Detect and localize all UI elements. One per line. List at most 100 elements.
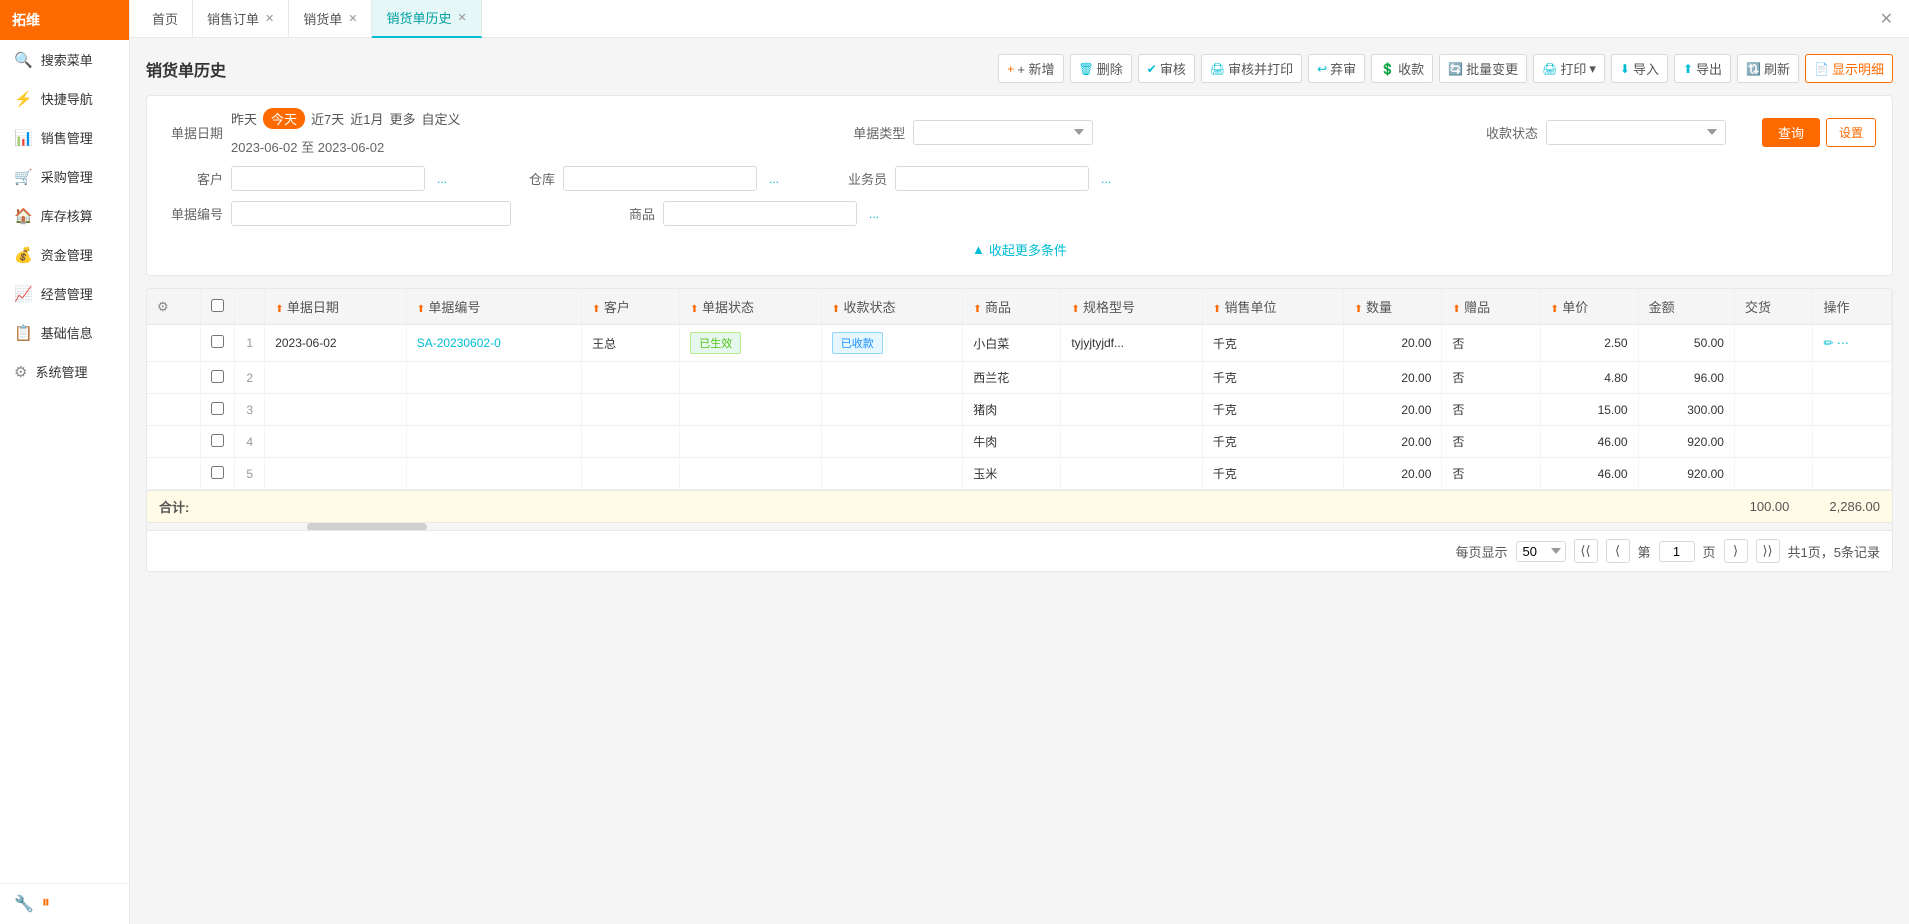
setting-button[interactable]: 设置 xyxy=(1826,118,1876,147)
tab-sales-delivery[interactable]: 销货单 ✕ xyxy=(289,0,372,38)
pagination-next-btn[interactable]: ⟩ xyxy=(1724,539,1748,563)
col-doc-status[interactable]: ⬆ 单据状态 xyxy=(680,289,822,325)
total-info: 共1页，5条记录 xyxy=(1788,542,1880,561)
col-payment-status[interactable]: ⬆ 收款状态 xyxy=(821,289,963,325)
tab-sales-order-close[interactable]: ✕ xyxy=(265,12,274,25)
audit-print-button[interactable]: 🖨 审核并打印 xyxy=(1201,54,1302,83)
batch-change-button[interactable]: 🔄 批量变更 xyxy=(1439,54,1527,83)
filter-goods-input[interactable] xyxy=(663,201,857,226)
action-edit[interactable]: ✏ xyxy=(1823,336,1833,350)
date-more[interactable]: 更多 xyxy=(390,109,416,128)
filter-customer-input[interactable] xyxy=(231,166,425,191)
table-settings-icon[interactable]: ⚙ xyxy=(157,299,169,314)
cell-unit-price: 4.80 xyxy=(1540,362,1638,394)
import-button[interactable]: ⬇ 导入 xyxy=(1611,54,1668,83)
col-doc-no[interactable]: ⬆ 单据编号 xyxy=(406,289,581,325)
col-unit[interactable]: ⬆ 销售单位 xyxy=(1202,289,1344,325)
refresh-button[interactable]: 🔃 刷新 xyxy=(1737,54,1799,83)
page-input[interactable] xyxy=(1659,541,1695,562)
col-quantity[interactable]: ⬆ 数量 xyxy=(1344,289,1442,325)
doc-no-link[interactable]: SA-20230602-0 xyxy=(417,336,501,350)
goods-ellipsis-btn[interactable]: ... xyxy=(865,207,883,221)
col-goods[interactable]: ⬆ 商品 xyxy=(963,289,1061,325)
row-checkbox[interactable] xyxy=(211,466,224,479)
audit-print-icon: 🖨 xyxy=(1210,62,1225,76)
filter-doc-type-select[interactable] xyxy=(913,120,1093,145)
delete-button[interactable]: 🗑 删除 xyxy=(1070,54,1132,83)
display-details-button[interactable]: 📄 显示明细 xyxy=(1805,54,1893,83)
row-checkbox[interactable] xyxy=(211,370,224,383)
pagination-prev-btn[interactable]: ⟨ xyxy=(1606,539,1630,563)
date-quick-select: 昨天 今天 近7天 近1月 更多 自定义 xyxy=(231,108,461,129)
table-row: 2 西兰花 千克 20.00 否 4.80 96.00 xyxy=(147,362,1892,394)
date-7days[interactable]: 近7天 xyxy=(311,109,344,128)
print-button[interactable]: 🖨 打印 ▾ xyxy=(1533,54,1605,83)
sort-icon-doc-date: ⬆ xyxy=(275,304,283,315)
row-checkbox[interactable] xyxy=(211,434,224,447)
pagination-last-btn[interactable]: ⟩⟩ xyxy=(1756,539,1780,563)
col-row-num xyxy=(235,289,265,325)
page-title: 销货单历史 xyxy=(146,57,990,81)
col-doc-date[interactable]: ⬆ 单据日期 xyxy=(265,289,407,325)
sidebar-item-purchase-mgmt[interactable]: 🛒 采购管理 xyxy=(0,157,129,196)
col-gift[interactable]: ⬆ 赠品 xyxy=(1442,289,1540,325)
collapse-more-btn[interactable]: ▲ 收起更多条件 xyxy=(163,236,1876,263)
sidebar-item-system-mgmt[interactable]: ⚙ 系统管理 xyxy=(0,352,129,391)
audit-label: 审核 xyxy=(1160,59,1186,78)
warehouse-ellipsis-btn[interactable]: ... xyxy=(765,172,783,186)
customer-ellipsis-btn[interactable]: ... xyxy=(433,172,451,186)
new-button[interactable]: + + 新增 xyxy=(998,54,1063,83)
tab-sales-history[interactable]: 销货单历史 ✕ xyxy=(372,0,481,38)
filter-payment-status: 收款状态 xyxy=(1478,120,1726,145)
filter-salesperson-input[interactable] xyxy=(895,166,1089,191)
abandon-button[interactable]: ↩ 弃审 xyxy=(1308,54,1365,83)
sidebar-item-inventory[interactable]: 🏠 库存核算 xyxy=(0,196,129,235)
audit-button[interactable]: ✔ 审核 xyxy=(1138,54,1195,83)
filter-doc-no-input[interactable] xyxy=(231,201,511,226)
cell-doc-date xyxy=(265,362,407,394)
tab-sales-delivery-label: 销货单 xyxy=(303,9,342,28)
tab-sales-delivery-close[interactable]: ✕ xyxy=(348,12,357,25)
tabs-bar-close-all[interactable]: ✕ xyxy=(1872,9,1901,29)
date-custom[interactable]: 自定义 xyxy=(422,109,461,128)
sidebar-item-finance-mgmt[interactable]: 💰 资金管理 xyxy=(0,235,129,274)
salesperson-ellipsis-btn[interactable]: ... xyxy=(1097,172,1115,186)
settings-bottom-icon[interactable]: 🔧 xyxy=(14,894,34,914)
filter-payment-status-label: 收款状态 xyxy=(1478,123,1538,142)
row-checkbox[interactable] xyxy=(211,335,224,348)
query-button[interactable]: 查询 xyxy=(1762,118,1820,147)
filter-warehouse-input[interactable] xyxy=(563,166,757,191)
row-checkbox[interactable] xyxy=(211,402,224,415)
col-unit-price[interactable]: ⬆ 单价 xyxy=(1540,289,1638,325)
cell-doc-no xyxy=(406,458,581,490)
pagination-first-btn[interactable]: ⟨⟨ xyxy=(1574,539,1598,563)
filter-doc-no-label: 单据编号 xyxy=(163,204,223,223)
sidebar-item-sales-mgmt[interactable]: 📊 销售管理 xyxy=(0,118,129,157)
date-today[interactable]: 今天 xyxy=(263,108,305,129)
tab-sales-history-close[interactable]: ✕ xyxy=(458,11,467,24)
col-customer[interactable]: ⬆ 客户 xyxy=(582,289,680,325)
filter-payment-status-select[interactable] xyxy=(1546,120,1726,145)
horizontal-scrollbar[interactable] xyxy=(147,522,1892,530)
cell-action xyxy=(1813,362,1892,394)
date-1month[interactable]: 近1月 xyxy=(350,109,383,128)
sidebar-item-search-menu[interactable]: 🔍 搜索菜单 xyxy=(0,40,129,79)
tab-home[interactable]: 首页 xyxy=(138,0,193,38)
col-settings[interactable]: ⚙ xyxy=(147,289,201,325)
cell-customer: 王总 xyxy=(582,325,680,362)
pause-icon[interactable]: ⏸ xyxy=(42,894,50,914)
export-button[interactable]: ⬆ 导出 xyxy=(1674,54,1731,83)
col-spec[interactable]: ⬆ 规格型号 xyxy=(1061,289,1203,325)
per-page-select[interactable]: 50 20 100 xyxy=(1516,541,1566,562)
tab-sales-order[interactable]: 销售订单 ✕ xyxy=(193,0,289,38)
cell-doc-date xyxy=(265,394,407,426)
action-more[interactable]: ⋯ xyxy=(1837,336,1849,350)
sidebar-item-operations-mgmt[interactable]: 📈 经营管理 xyxy=(0,274,129,313)
collect-button[interactable]: 💲 收款 xyxy=(1371,54,1433,83)
select-all-checkbox[interactable] xyxy=(211,299,224,312)
date-range-value: 2023-06-02 至 2023-06-02 xyxy=(231,137,384,156)
sidebar-item-basic-info[interactable]: 📋 基础信息 xyxy=(0,313,129,352)
audit-icon: ✔ xyxy=(1147,62,1157,76)
date-yesterday[interactable]: 昨天 xyxy=(231,109,257,128)
sidebar-item-quick-nav[interactable]: ⚡ 快捷导航 xyxy=(0,79,129,118)
